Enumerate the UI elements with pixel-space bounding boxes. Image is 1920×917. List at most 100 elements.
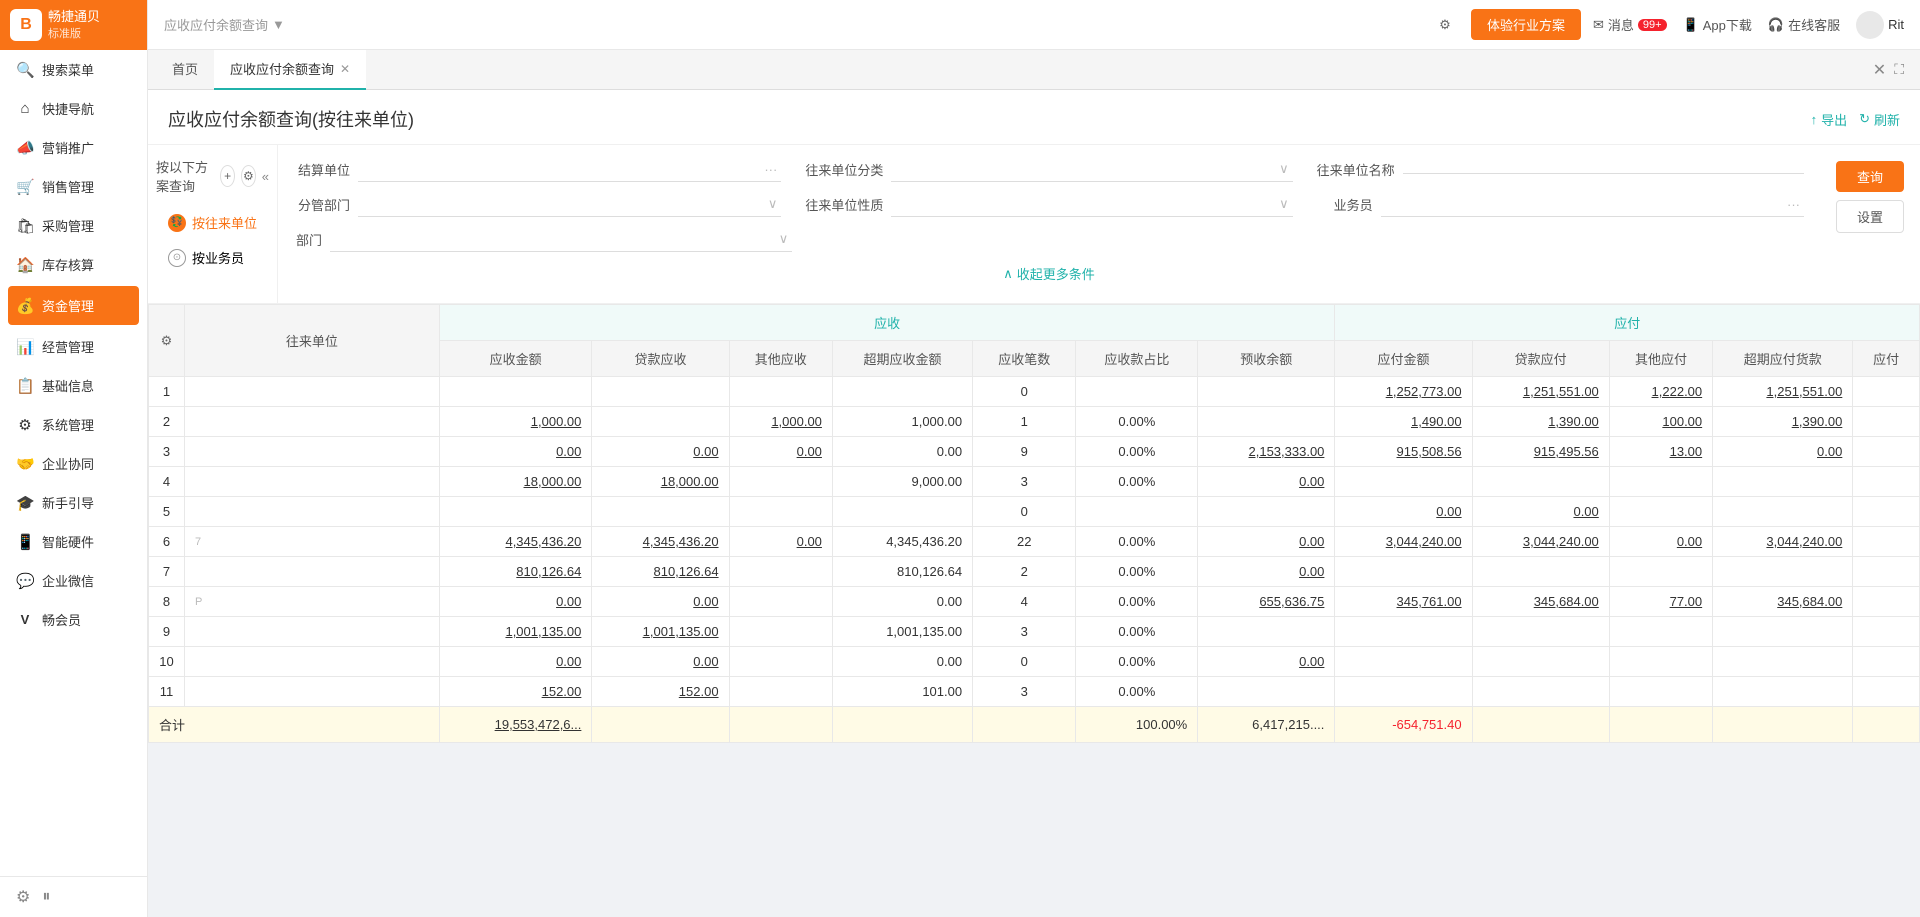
table-row: 5 0 0.00 0.00 [149, 497, 1920, 527]
topbar: 应收应付余额查询 ▼ ⚙ 体验行业方案 ✉ 消息 99+ 📱 App下载 🎧 在… [148, 0, 1920, 50]
filter-item-partner-name: 往来单位名称 [1317, 160, 1804, 179]
message-button[interactable]: ✉ 消息 99+ [1593, 15, 1667, 34]
col-recv-prepay: 预收余额 [1198, 341, 1335, 377]
capital-icon: 💰 [16, 297, 34, 315]
wechat-icon: 💬 [16, 572, 34, 590]
sidebar-item-capital[interactable]: 💰 资金管理 [8, 286, 139, 325]
nav-item-by-partner[interactable]: 💱 按往来单位 [156, 205, 269, 240]
filter-config-button[interactable]: ⚙ [241, 165, 256, 187]
partner-category-label: 往来单位分类 [805, 160, 883, 179]
export-button[interactable]: ↑ 导出 [1811, 110, 1848, 129]
sidebar-item-basic[interactable]: 📋 基础信息 [0, 366, 147, 405]
table-row: 4 18,000.00 18,000.00 9,000.00 3 0.00% 0… [149, 467, 1920, 497]
salesman-label: 业务员 [1317, 195, 1373, 214]
sidebar-item-sales[interactable]: 🛒 销售管理 [0, 167, 147, 206]
tab-window-close-icon[interactable]: ✕ [1873, 60, 1886, 80]
partner-nature-select[interactable]: ∨ [891, 192, 1292, 217]
salesman-nav-icon: ⊙ [168, 249, 186, 267]
sidebar-item-quick[interactable]: ⌂ 快捷导航 [0, 89, 147, 128]
col-recv-loan: 贷款应收 [592, 341, 729, 377]
tab-home[interactable]: 首页 [156, 50, 214, 90]
table-row: 3 0.00 0.00 0.00 0.00 9 0.00% 2,153,333.… [149, 437, 1920, 467]
filter-label: 按以下方案查询 [156, 157, 214, 195]
sidebar-logo: B 畅捷通贝 标准版 [0, 0, 147, 50]
total-pay-other [1609, 707, 1712, 743]
row-num: 4 [149, 467, 185, 497]
tab-close-icon[interactable]: ✕ [340, 62, 350, 76]
partner-name-input[interactable] [1403, 165, 1804, 174]
col-recv-overdue: 超期应收金额 [832, 341, 972, 377]
refresh-icon: ↻ [1859, 111, 1870, 127]
dropdown-icon[interactable]: ▼ [272, 17, 285, 32]
page-header-actions: ↑ 导出 ↻ 刷新 [1811, 110, 1900, 129]
member-icon: V [16, 612, 34, 627]
partner-name-label: 往来单位名称 [1317, 160, 1395, 179]
partner-nav-icon: 💱 [168, 214, 186, 232]
tabbar: 首页 应收应付余额查询 ✕ ✕ ⛶ [148, 50, 1920, 90]
query-buttons: 查询 设置 [1820, 145, 1920, 303]
sidebar-item-marketing[interactable]: 📣 营销推广 [0, 128, 147, 167]
department-select[interactable]: ∨ [330, 227, 792, 252]
filter-setting-button[interactable]: 设置 [1836, 200, 1904, 233]
table-row: 7 810,126.64 810,126.64 810,126.64 2 0.0… [149, 557, 1920, 587]
total-recv-overdue [832, 707, 972, 743]
col-recv-count: 应收笔数 [973, 341, 1076, 377]
dept-select[interactable]: ∨ [358, 192, 781, 217]
filter-collapse-left-icon[interactable]: « [262, 169, 269, 184]
col-recv-amt: 应收金额 [439, 341, 592, 377]
collapse-bottom-icon[interactable]: ⏸ [42, 888, 50, 906]
total-pay-overdue [1713, 707, 1853, 743]
total-recv-prepay: 6,417,215.... [1198, 707, 1335, 743]
sidebar-item-wechat[interactable]: 💬 企业微信 [0, 561, 147, 600]
filter-add-button[interactable]: + [220, 165, 235, 187]
col-pay-overdue: 超期应付货款 [1713, 341, 1853, 377]
sidebar-item-member[interactable]: V 畅会员 [0, 600, 147, 639]
user-profile[interactable]: Rit [1856, 11, 1904, 39]
settings-bottom-icon[interactable]: ⚙ [16, 887, 30, 907]
col-recv-ratio: 应收款占比 [1076, 341, 1198, 377]
export-icon: ↑ [1811, 112, 1818, 127]
sidebar: B 畅捷通贝 标准版 🔍 搜索菜单 ⌂ 快捷导航 📣 营销推广 🛒 销售管理 🛍… [0, 0, 148, 917]
page-title: 应收应付余额查询(按往来单位) [168, 106, 414, 132]
online-service-button[interactable]: 🎧 在线客服 [1768, 15, 1840, 34]
sidebar-item-smart[interactable]: 📱 智能硬件 [0, 522, 147, 561]
row-partner: 7 [185, 527, 440, 557]
table-settings-icon[interactable]: ⚙ [161, 333, 173, 348]
filter-item-partner-nature: 往来单位性质 ∨ [805, 192, 1292, 217]
col-pay-amt: 应付金额 [1335, 341, 1472, 377]
sidebar-item-system[interactable]: ⚙ 系统管理 [0, 405, 147, 444]
row-num: 6 [149, 527, 185, 557]
department-label: 部门 [294, 230, 322, 249]
data-table: ⚙ 往来单位 应收 应付 应收金额 贷款应收 其他应收 超期应收金额 应收笔数 [148, 304, 1920, 743]
inventory-icon: 🏠 [16, 256, 34, 274]
col-group-payable: 应付 [1335, 305, 1920, 341]
sidebar-item-purchase[interactable]: 🛍 采购管理 [0, 206, 147, 245]
salesman-input[interactable]: ··· [1381, 193, 1804, 217]
query-button[interactable]: 查询 [1836, 161, 1904, 192]
nav-item-by-salesman[interactable]: ⊙ 按业务员 [156, 240, 269, 275]
sidebar-item-collab[interactable]: 🤝 企业协同 [0, 444, 147, 483]
col-partner-header: 往来单位 [185, 305, 440, 377]
promo-button[interactable]: 体验行业方案 [1471, 9, 1581, 40]
total-pay-loan [1472, 707, 1609, 743]
row-num: 3 [149, 437, 185, 467]
sidebar-item-guide[interactable]: 🎓 新手引导 [0, 483, 147, 522]
filter-fields: 结算单位 ··· 往来单位分类 ∨ 往来单位名称 [278, 145, 1820, 303]
app-download-button[interactable]: 📱 App下载 [1683, 15, 1752, 34]
row-num: 2 [149, 407, 185, 437]
refresh-button[interactable]: ↻ 刷新 [1859, 110, 1900, 129]
tab-expand-icon[interactable]: ⛶ [1894, 61, 1904, 78]
settings-button[interactable]: ⚙ [1431, 11, 1459, 39]
sidebar-item-inventory[interactable]: 🏠 库存核算 [0, 245, 147, 284]
collapse-more-button[interactable]: ∧ 收起更多条件 [294, 256, 1804, 291]
breadcrumb-text: 应收应付余额查询 [164, 15, 268, 34]
tab-query[interactable]: 应收应付余额查询 ✕ [214, 50, 366, 90]
partner-category-select[interactable]: ∨ [891, 157, 1292, 182]
avatar [1856, 11, 1884, 39]
jiesuan-input[interactable]: ··· [358, 158, 781, 182]
total-recv-amt[interactable]: 19,553,472,6... [439, 707, 592, 743]
partner-nature-label: 往来单位性质 [805, 195, 883, 214]
sidebar-item-operations[interactable]: 📊 经营管理 [0, 327, 147, 366]
sidebar-item-search[interactable]: 🔍 搜索菜单 [0, 50, 147, 89]
guide-icon: 🎓 [16, 494, 34, 512]
